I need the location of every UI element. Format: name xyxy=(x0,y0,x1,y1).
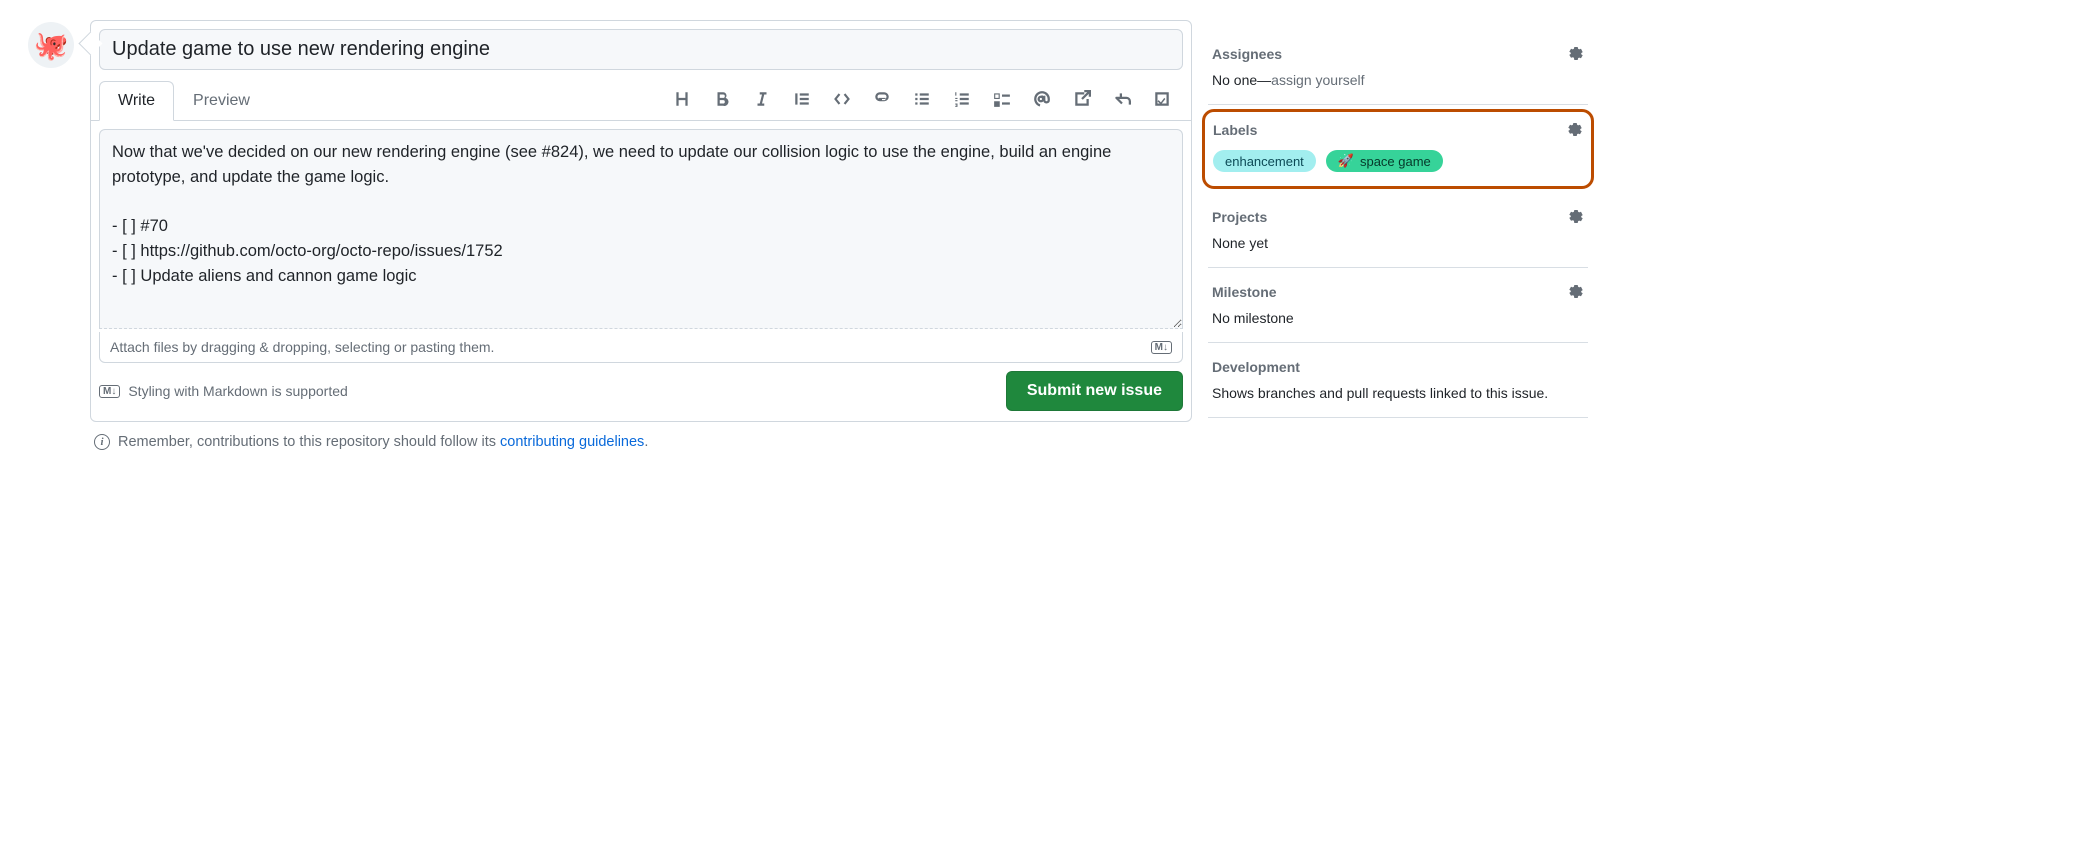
attach-hint-text: Attach files by dragging & dropping, sel… xyxy=(110,339,494,355)
assignees-title: Assignees xyxy=(1212,46,1282,62)
submit-new-issue-button[interactable]: Submit new issue xyxy=(1006,371,1183,411)
issue-title-input[interactable] xyxy=(99,29,1183,70)
ol-icon[interactable] xyxy=(951,88,973,110)
milestone-title: Milestone xyxy=(1212,284,1277,300)
label-enhancement[interactable]: enhancement xyxy=(1213,150,1316,172)
assign-yourself-link[interactable]: assign yourself xyxy=(1271,72,1364,88)
markdown-badge-icon: M↓ xyxy=(1151,341,1172,354)
gear-icon[interactable] xyxy=(1568,209,1584,225)
sidebar-labels-highlighted: Labels enhancement 🚀 space game xyxy=(1202,109,1594,189)
sidebar-projects: Projects None yet xyxy=(1208,193,1588,268)
ul-icon[interactable] xyxy=(911,88,933,110)
mention-icon[interactable] xyxy=(1031,88,1053,110)
bold-icon[interactable] xyxy=(711,88,733,110)
sidebar-assignees: Assignees No one—assign yourself xyxy=(1208,30,1588,105)
gear-icon[interactable] xyxy=(1568,284,1584,300)
markdown-supported-text: Styling with Markdown is supported xyxy=(128,383,347,399)
new-issue-form: Write Preview xyxy=(90,20,1192,422)
reply-icon[interactable] xyxy=(1111,88,1133,110)
issue-body-textarea[interactable] xyxy=(99,129,1183,329)
projects-value: None yet xyxy=(1212,235,1584,251)
label-space-game[interactable]: 🚀 space game xyxy=(1326,150,1443,172)
code-icon[interactable] xyxy=(831,88,853,110)
sidebar-development: Development Shows branches and pull requ… xyxy=(1208,343,1588,418)
contributing-note: i Remember, contributions to this reposi… xyxy=(90,422,1192,462)
contributing-guidelines-link[interactable]: contributing guidelines xyxy=(500,434,644,450)
contributing-suffix: . xyxy=(644,434,648,450)
projects-title: Projects xyxy=(1212,209,1267,225)
development-value: Shows branches and pull requests linked … xyxy=(1212,385,1584,401)
heading-icon[interactable] xyxy=(671,88,693,110)
gear-icon[interactable] xyxy=(1568,46,1584,62)
label-space-game-text: space game xyxy=(1360,154,1431,169)
tasklist-icon[interactable] xyxy=(991,88,1013,110)
development-title: Development xyxy=(1212,359,1300,375)
md-toolbar xyxy=(671,82,1183,120)
contributing-prefix: Remember, contributions to this reposito… xyxy=(118,434,500,450)
avatar[interactable]: 🐙 xyxy=(28,22,74,68)
assignees-noone: No one— xyxy=(1212,72,1271,88)
markdown-badge-icon: M↓ xyxy=(99,385,120,398)
sidebar-milestone: Milestone No milestone xyxy=(1208,268,1588,343)
crossref-icon[interactable] xyxy=(1071,88,1093,110)
rocket-icon: 🚀 xyxy=(1338,153,1354,169)
attach-files-hint[interactable]: Attach files by dragging & dropping, sel… xyxy=(99,332,1183,363)
saved-replies-icon[interactable] xyxy=(1151,88,1173,110)
link-icon[interactable] xyxy=(871,88,893,110)
gear-icon[interactable] xyxy=(1567,122,1583,138)
markdown-supported-link[interactable]: M↓ Styling with Markdown is supported xyxy=(99,383,348,399)
labels-title: Labels xyxy=(1213,122,1257,138)
quote-icon[interactable] xyxy=(791,88,813,110)
tab-write[interactable]: Write xyxy=(99,81,174,121)
milestone-value: No milestone xyxy=(1212,310,1584,326)
tab-preview[interactable]: Preview xyxy=(174,81,269,121)
info-icon: i xyxy=(94,434,110,450)
italic-icon[interactable] xyxy=(751,88,773,110)
